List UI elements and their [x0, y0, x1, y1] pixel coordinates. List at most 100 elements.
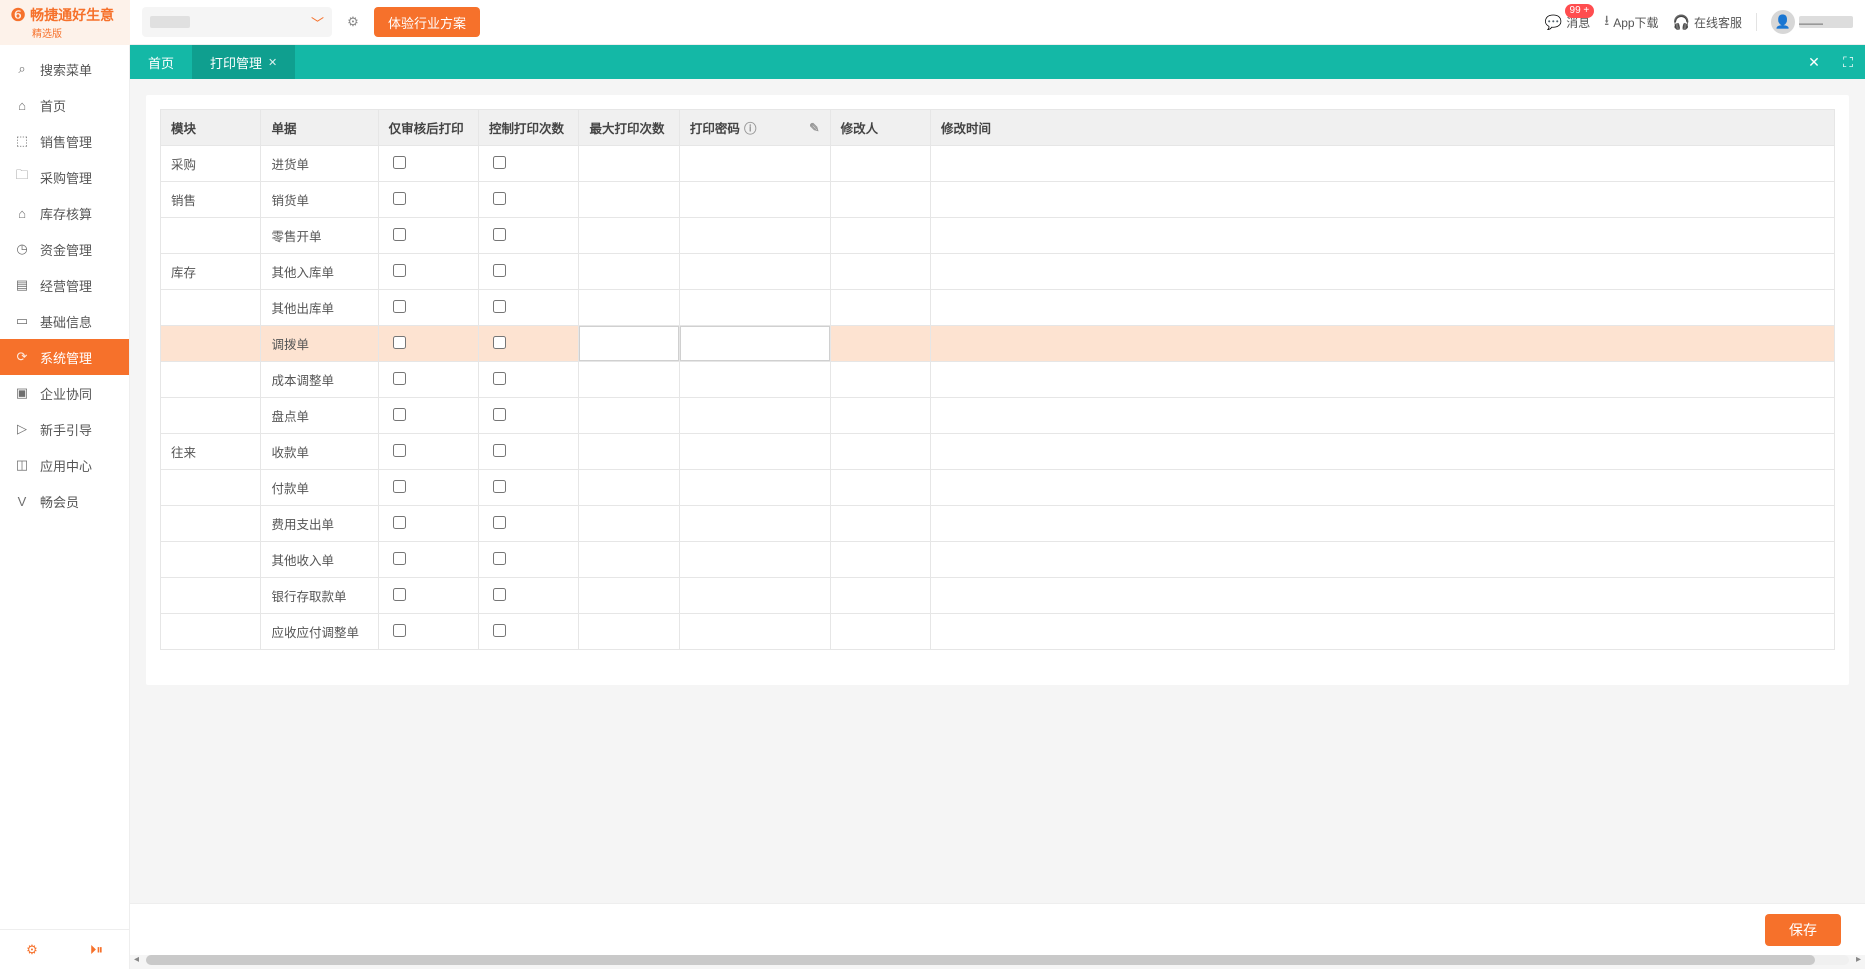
cell-print-password[interactable]: [679, 218, 830, 254]
cell-max-count[interactable]: [579, 254, 679, 290]
checkbox-control-count[interactable]: [493, 588, 506, 601]
sidebar-item-basic[interactable]: ▭基础信息: [0, 303, 129, 339]
checkbox-control-count[interactable]: [493, 156, 506, 169]
cell-print-password[interactable]: [679, 182, 830, 218]
user-menu[interactable]: 👤 ——: [1771, 10, 1853, 34]
sidebar-item-label: 采购管理: [40, 168, 92, 187]
cell-doc: 费用支出单: [261, 506, 378, 542]
sidebar-collapse-icon[interactable]: ⏵⏸: [90, 942, 103, 958]
support-link[interactable]: 🎧 在线客服: [1673, 14, 1742, 31]
cell-print-password[interactable]: [679, 578, 830, 614]
checkbox-control-count[interactable]: [493, 264, 506, 277]
scroll-right-icon[interactable]: ▸: [1856, 954, 1861, 965]
cell-max-count[interactable]: [579, 434, 679, 470]
work-area: 模块 单据 仅审核后打印 控制打印次数 最大打印次数 打印密码 ⓘ ✎: [130, 79, 1865, 903]
checkbox-control-count[interactable]: [493, 336, 506, 349]
sidebar-item-sales[interactable]: ⬚销售管理: [0, 123, 129, 159]
cell-max-count[interactable]: [579, 614, 679, 650]
sidebar-item-finance[interactable]: ◷资金管理: [0, 231, 129, 267]
cell-max-count[interactable]: [579, 290, 679, 326]
checkbox-audit-only[interactable]: [393, 552, 406, 565]
cell-max-count[interactable]: [579, 398, 679, 434]
checkbox-control-count[interactable]: [493, 552, 506, 565]
cell-print-password[interactable]: [679, 362, 830, 398]
cell-modified-by: [830, 362, 930, 398]
checkbox-control-count[interactable]: [493, 228, 506, 241]
tab-close-all-button[interactable]: ✕: [1797, 45, 1831, 79]
cell-print-password[interactable]: [679, 326, 830, 362]
th-max: 最大打印次数: [579, 110, 679, 146]
checkbox-audit-only[interactable]: [393, 516, 406, 529]
sidebar-item-inventory[interactable]: ⌂库存核算: [0, 195, 129, 231]
checkbox-control-count-cell: [479, 254, 579, 290]
cell-max-count[interactable]: [579, 506, 679, 542]
checkbox-audit-only[interactable]: [393, 264, 406, 277]
checkbox-audit-only[interactable]: [393, 156, 406, 169]
tab-home[interactable]: 首页: [130, 45, 192, 79]
checkbox-control-count[interactable]: [493, 372, 506, 385]
checkbox-control-count[interactable]: [493, 516, 506, 529]
cell-print-password[interactable]: [679, 542, 830, 578]
checkbox-audit-only[interactable]: [393, 336, 406, 349]
checkbox-control-count[interactable]: [493, 480, 506, 493]
cell-max-count[interactable]: [579, 182, 679, 218]
settings-gear-button[interactable]: ⚙: [340, 9, 366, 35]
sidebar-item-search[interactable]: ⌕搜索菜单: [0, 51, 129, 87]
checkbox-control-count[interactable]: [493, 444, 506, 457]
app-download-link[interactable]: ⭳ App下载: [1604, 10, 1658, 34]
cell-print-password[interactable]: [679, 398, 830, 434]
close-icon[interactable]: ✕: [268, 56, 277, 69]
checkbox-control-count[interactable]: [493, 624, 506, 637]
cell-print-password[interactable]: [679, 470, 830, 506]
edit-column-icon[interactable]: ✎: [809, 120, 819, 135]
checkbox-control-count[interactable]: [493, 192, 506, 205]
cell-print-password[interactable]: [679, 506, 830, 542]
tab-fullscreen-button[interactable]: ⛶: [1831, 45, 1865, 79]
cell-print-password[interactable]: [679, 434, 830, 470]
tab-print[interactable]: 打印管理✕: [192, 45, 295, 79]
avatar: 👤: [1771, 10, 1795, 34]
sidebar-item-vip[interactable]: V畅会员: [0, 483, 129, 519]
checkbox-control-count[interactable]: [493, 408, 506, 421]
help-icon[interactable]: ⓘ: [744, 118, 757, 137]
cell-max-count[interactable]: [579, 578, 679, 614]
checkbox-audit-only[interactable]: [393, 624, 406, 637]
org-selector[interactable]: —— ﹀: [142, 7, 332, 37]
checkbox-audit-only[interactable]: [393, 588, 406, 601]
cell-print-password[interactable]: [679, 290, 830, 326]
messages-link[interactable]: 💬 消息 99 +: [1545, 14, 1590, 31]
cell-max-count[interactable]: [579, 470, 679, 506]
checkbox-audit-only[interactable]: [393, 480, 406, 493]
sidebar-item-business[interactable]: ▤经营管理: [0, 267, 129, 303]
checkbox-audit-only[interactable]: [393, 192, 406, 205]
cell-max-count[interactable]: [579, 542, 679, 578]
cell-print-password[interactable]: [679, 254, 830, 290]
scroll-left-icon[interactable]: ◂: [134, 954, 139, 965]
checkbox-control-count-cell: [479, 434, 579, 470]
sidebar-settings-icon[interactable]: ⚙: [26, 942, 38, 958]
checkbox-audit-only[interactable]: [393, 372, 406, 385]
cell-max-count[interactable]: [579, 146, 679, 182]
checkbox-audit-only[interactable]: [393, 300, 406, 313]
checkbox-audit-only[interactable]: [393, 408, 406, 421]
sidebar-item-system[interactable]: ⟳系统管理: [0, 339, 129, 375]
cell-max-count[interactable]: [579, 326, 679, 362]
sidebar-item-home[interactable]: ⌂首页: [0, 87, 129, 123]
sidebar-item-purchase[interactable]: 🗀采购管理: [0, 159, 129, 195]
horizontal-scrollbar[interactable]: ◂ ▸: [146, 955, 1849, 965]
sidebar-item-collab[interactable]: ▣企业协同: [0, 375, 129, 411]
cell-print-password[interactable]: [679, 614, 830, 650]
save-button[interactable]: 保存: [1765, 914, 1841, 946]
industry-plan-button[interactable]: 体验行业方案: [374, 7, 480, 37]
cell-print-password[interactable]: [679, 146, 830, 182]
checkbox-audit-only[interactable]: [393, 228, 406, 241]
checkbox-audit-only[interactable]: [393, 444, 406, 457]
checkbox-control-count[interactable]: [493, 300, 506, 313]
sidebar-item-appcenter[interactable]: ◫应用中心: [0, 447, 129, 483]
th-modtime: 修改时间: [931, 110, 1835, 146]
cell-max-count[interactable]: [579, 362, 679, 398]
sidebar-item-guide[interactable]: ▷新手引导: [0, 411, 129, 447]
cell-max-count[interactable]: [579, 218, 679, 254]
footer-bar: 保存: [130, 903, 1865, 955]
scrollbar-thumb[interactable]: [146, 955, 1815, 965]
